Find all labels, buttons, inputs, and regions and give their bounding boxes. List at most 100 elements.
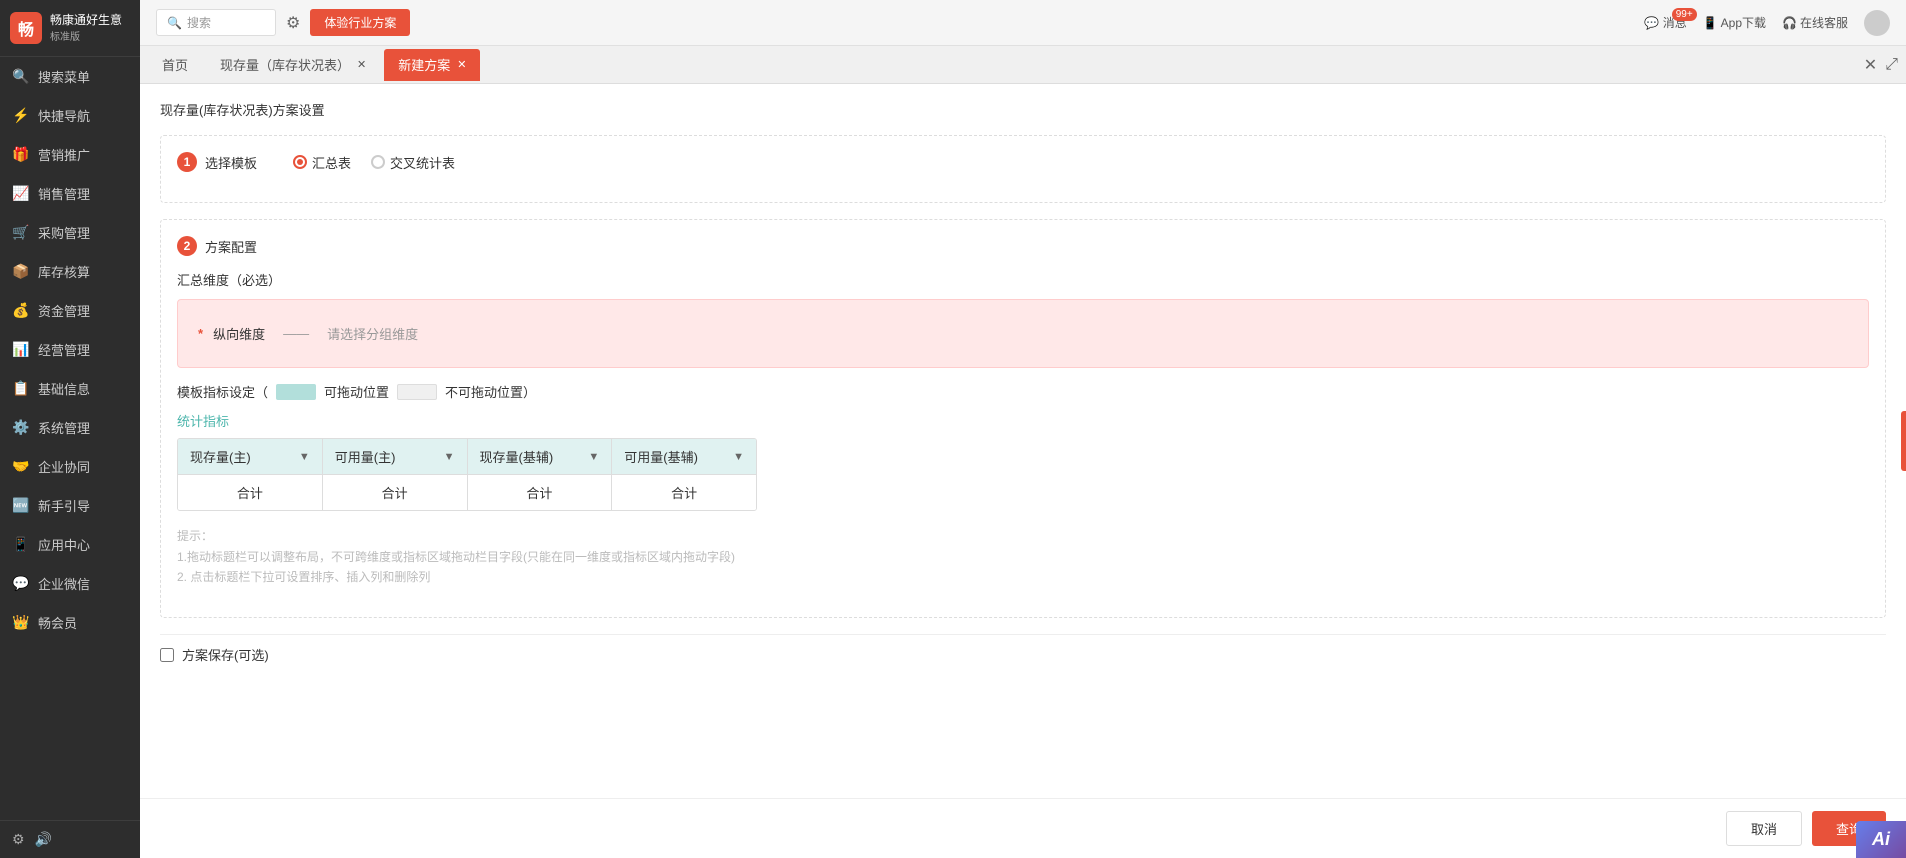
sidebar-item-member[interactable]: 👑 畅会员 — [0, 603, 140, 642]
sidebar-item-sales[interactable]: 📈 销售管理 — [0, 174, 140, 213]
radio-summary-label: 汇总表 — [312, 153, 351, 172]
stats-table-row: 合计 合计 合计 合计 — [178, 474, 756, 510]
speaker-icon[interactable]: 🔊 — [35, 831, 52, 848]
header-gear-icon[interactable]: ⚙ — [286, 13, 300, 33]
no-drag-position-indicator — [397, 384, 437, 400]
app-name: 畅康通好生意 — [50, 13, 122, 29]
tab-new-plan[interactable]: 新建方案 ✕ — [384, 49, 480, 81]
header-left: 🔍 搜索 ⚙ 体验行业方案 — [156, 9, 410, 36]
cancel-button[interactable]: 取消 — [1726, 811, 1802, 846]
search-icon: 🔍 — [167, 16, 182, 30]
guide-icon: 🆕 — [12, 497, 30, 515]
section-template: 1 选择模板 汇总表 交叉统计表 — [160, 135, 1886, 203]
chevron-down-icon-0: ▼ — [299, 451, 310, 463]
user-avatar[interactable] — [1864, 10, 1890, 36]
sidebar-item-apps[interactable]: 📱 应用中心 — [0, 525, 140, 564]
message-icon: 💬 — [1644, 16, 1659, 30]
search-bar[interactable]: 🔍 搜索 — [156, 9, 276, 36]
sidebar-item-basic[interactable]: 📋 基础信息 — [0, 369, 140, 408]
section1-header: 1 选择模板 汇总表 交叉统计表 — [177, 152, 1869, 172]
inventory-status-tab-label: 现存量（库存状况表） — [220, 55, 350, 74]
stats-cell-0: 合计 — [178, 475, 323, 510]
new-plan-tab-close[interactable]: ✕ — [457, 58, 466, 71]
tab-home[interactable]: 首页 — [148, 49, 202, 81]
sidebar-item-label: 快捷导航 — [38, 106, 90, 125]
sidebar-item-search-menu[interactable]: 🔍 搜索菜单 — [0, 57, 140, 96]
tab-expand-btn[interactable]: ⤢ — [1885, 56, 1898, 74]
dimension-name: 纵向维度 — [213, 324, 265, 343]
stats-col-0[interactable]: 现存量(主) ▼ — [178, 439, 323, 474]
sales-icon: 📈 — [12, 185, 30, 203]
marketing-icon: 🎁 — [12, 146, 30, 164]
chevron-down-icon-1: ▼ — [444, 451, 455, 463]
main-area: 🔍 搜索 ⚙ 体验行业方案 💬 99+ 消息 📱 App下载 🎧 在线客服 — [140, 0, 1906, 858]
sidebar-item-marketing[interactable]: 🎁 营销推广 — [0, 135, 140, 174]
wechat-icon: 💬 — [12, 575, 30, 593]
sidebar-item-purchase[interactable]: 🛒 采购管理 — [0, 213, 140, 252]
stats-col-1[interactable]: 可用量(主) ▼ — [323, 439, 468, 474]
section2-number: 2 — [177, 236, 197, 256]
stats-col-2[interactable]: 现存量(基辅) ▼ — [468, 439, 613, 474]
sidebar-item-finance[interactable]: 💰 资金管理 — [0, 291, 140, 330]
sidebar-item-wechat[interactable]: 💬 企业微信 — [0, 564, 140, 603]
section1-title: 选择模板 — [205, 153, 257, 172]
sidebar-item-label: 畅会员 — [38, 613, 77, 632]
stats-cell-3: 合计 — [612, 475, 756, 510]
sidebar-item-label: 新手引导 — [38, 496, 90, 515]
tab-inventory-status[interactable]: 现存量（库存状况表） ✕ — [206, 49, 380, 81]
dimension-separator: —— — [283, 326, 309, 341]
app-download-label: App下载 — [1721, 14, 1766, 31]
tabs-bar: 首页 现存量（库存状况表） ✕ 新建方案 ✕ ✕ ⤢ — [140, 46, 1906, 84]
stats-table-header: 现存量(主) ▼ 可用量(主) ▼ 现存量(基辅) ▼ 可用量(基辅) ▼ — [178, 439, 756, 474]
home-tab-label: 首页 — [162, 55, 188, 74]
tips-section: 提示： 1.拖动标题栏可以调整布局，不可跨维度或指标区域拖动栏目字段(只能在同一… — [177, 527, 1869, 585]
stats-col-3[interactable]: 可用量(基辅) ▼ — [612, 439, 756, 474]
indicator-settings-label: 模板指标设定（ — [177, 382, 268, 401]
ai-badge[interactable]: Ai — [1856, 821, 1906, 858]
radio-summary-circle — [293, 155, 307, 169]
sidebar-item-inventory[interactable]: 📦 库存核算 — [0, 252, 140, 291]
stats-col-label-2: 现存量(基辅) — [480, 447, 554, 466]
operations-icon: 📊 — [12, 341, 30, 359]
member-icon: 👑 — [12, 614, 30, 632]
tab-close-btn[interactable]: ✕ — [1864, 55, 1877, 75]
sidebar-item-cooperation[interactable]: 🤝 企业协同 — [0, 447, 140, 486]
sidebar-item-label: 系统管理 — [38, 418, 90, 437]
sidebar-item-label: 搜索菜单 — [38, 67, 90, 86]
sidebar-item-label: 应用中心 — [38, 535, 90, 554]
footer-bar: 取消 查询 — [140, 798, 1906, 858]
header-right: 💬 99+ 消息 📱 App下载 🎧 在线客服 — [1644, 10, 1890, 36]
stats-section-title: 统计指标 — [177, 411, 1869, 430]
customer-service-link[interactable]: 🎧 在线客服 — [1782, 14, 1848, 31]
dimension-box[interactable]: * 纵向维度 —— 请选择分组维度 — [177, 299, 1869, 368]
sidebar-item-guide[interactable]: 🆕 新手引导 — [0, 486, 140, 525]
scroll-indicator — [1901, 411, 1906, 471]
tips-item-1: 2. 点击标题栏下拉可设置排序、插入列和删除列 — [177, 568, 1869, 585]
sidebar-item-label: 采购管理 — [38, 223, 90, 242]
sidebar-item-quick-nav[interactable]: ⚡ 快捷导航 — [0, 96, 140, 135]
quick-nav-icon: ⚡ — [12, 107, 30, 125]
radio-cross-circle — [371, 155, 385, 169]
tips-title: 提示： — [177, 527, 1869, 544]
sidebar-item-system[interactable]: ⚙️ 系统管理 — [0, 408, 140, 447]
save-checkbox[interactable] — [160, 648, 174, 662]
drag-label: 可拖动位置 — [324, 382, 389, 401]
page-title: 现存量(库存状况表)方案设置 — [160, 100, 1886, 119]
stats-col-label-1: 可用量(主) — [335, 447, 396, 466]
sidebar-scroll: 🔍 搜索菜单 ⚡ 快捷导航 🎁 营销推广 📈 销售管理 🛒 采购管理 📦 库存核… — [0, 57, 140, 820]
inventory-status-tab-close[interactable]: ✕ — [357, 58, 366, 71]
app-download-icon: 📱 — [1703, 16, 1718, 30]
notification-area[interactable]: 💬 99+ 消息 — [1644, 14, 1686, 31]
notification-badge: 99+ — [1672, 8, 1697, 21]
settings-icon[interactable]: ⚙ — [12, 831, 25, 848]
customer-service-icon: 🎧 — [1782, 16, 1797, 30]
radio-summary[interactable]: 汇总表 — [293, 153, 351, 172]
sidebar-item-label: 销售管理 — [38, 184, 90, 203]
sidebar-item-label: 营销推广 — [38, 145, 90, 164]
app-download-link[interactable]: 📱 App下载 — [1703, 14, 1766, 31]
purchase-icon: 🛒 — [12, 224, 30, 242]
radio-cross[interactable]: 交叉统计表 — [371, 153, 455, 172]
sidebar-item-operations[interactable]: 📊 经营管理 — [0, 330, 140, 369]
trial-button[interactable]: 体验行业方案 — [310, 9, 410, 36]
no-drag-label: 不可拖动位置） — [445, 382, 536, 401]
